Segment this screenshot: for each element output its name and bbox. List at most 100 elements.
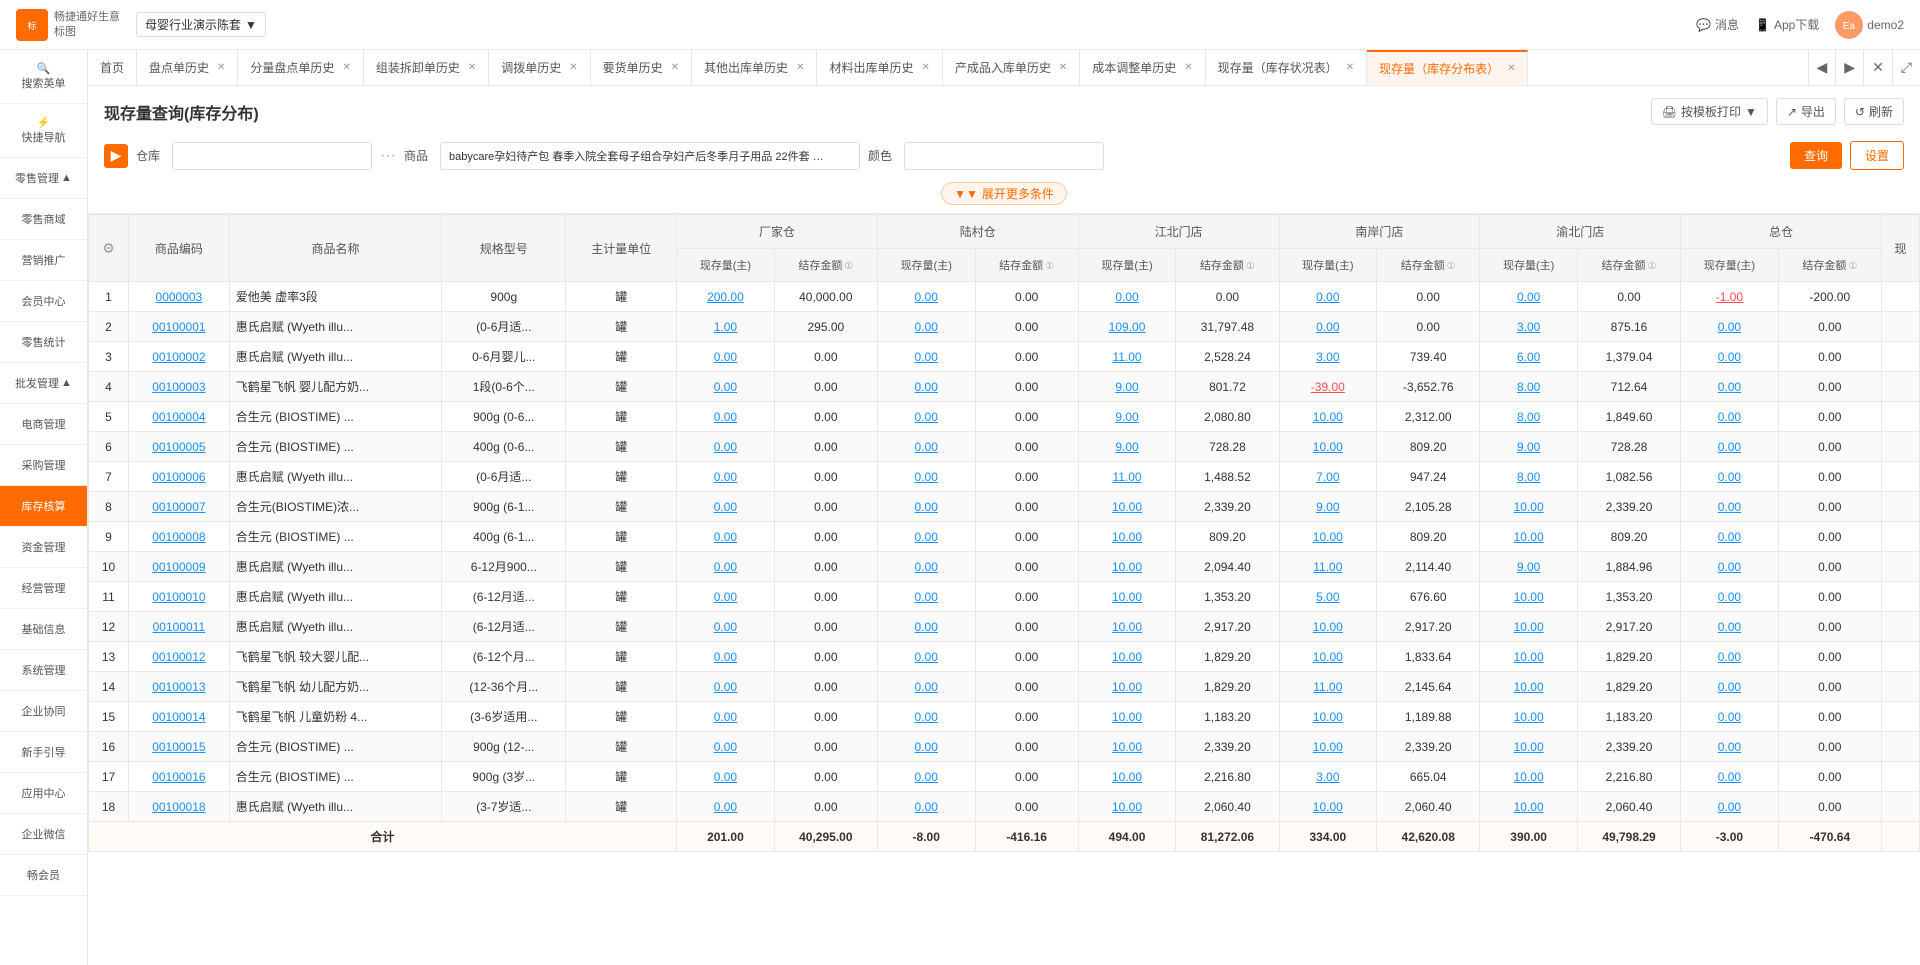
cell-jiangbei-qty: 10.00 — [1078, 792, 1176, 822]
warehouse-input[interactable] — [172, 142, 372, 170]
tab-other-outbound[interactable]: 其他出库单历史 ✕ — [692, 50, 817, 86]
topbar-left: 标 畅捷通好生意 标图 母婴行业演示陈套 ▼ — [16, 9, 266, 41]
info-icon-6[interactable]: ① — [1848, 261, 1857, 272]
sidebar-item-members-club[interactable]: 畅会员 — [0, 855, 87, 896]
code-link[interactable]: 00100013 — [152, 680, 205, 694]
industry-selector[interactable]: 母婴行业演示陈套 ▼ — [136, 12, 266, 37]
cell-yubei-qty: 10.00 — [1480, 492, 1578, 522]
sidebar-item-wechat[interactable]: 企业微信 — [0, 814, 87, 855]
code-link[interactable]: 00100009 — [152, 560, 205, 574]
filter-expand-btn[interactable]: ▶ — [104, 144, 128, 168]
cell-extra — [1881, 372, 1919, 402]
code-link[interactable]: 00100018 — [152, 800, 205, 814]
message-btn[interactable]: 💬 消息 — [1696, 16, 1739, 33]
close-icon-3[interactable]: ✕ — [468, 62, 476, 73]
close-icon-5[interactable]: ✕ — [671, 62, 679, 73]
color-input[interactable] — [904, 142, 1104, 170]
refresh-btn[interactable]: ↺ 刷新 — [1844, 98, 1904, 125]
code-link[interactable]: 0000003 — [156, 290, 203, 304]
sidebar-item-marketing[interactable]: 营销推广 — [0, 240, 87, 281]
sidebar-item-retail-stats[interactable]: 零售统计 — [0, 322, 87, 363]
cell-extra — [1881, 462, 1919, 492]
code-link[interactable]: 00100007 — [152, 500, 205, 514]
tab-expand-btn[interactable]: ⤢ — [1892, 50, 1920, 86]
close-icon-8[interactable]: ✕ — [1059, 62, 1067, 73]
close-icon-7[interactable]: ✕ — [921, 62, 929, 73]
code-link[interactable]: 00100004 — [152, 410, 205, 424]
sidebar-item-cooperation[interactable]: 企业协同 — [0, 691, 87, 732]
close-icon-10[interactable]: ✕ — [1346, 62, 1354, 73]
tab-order-history[interactable]: 要货单历史 ✕ — [591, 50, 692, 86]
code-link[interactable]: 00100005 — [152, 440, 205, 454]
table-container[interactable]: ⚙ 商品编码 商品名称 规格型号 主计量单位 厂家仓 陆村仓 江北门店 南岸门店… — [88, 214, 1920, 965]
sidebar-item-retail-mgmt[interactable]: 零售管理 ▲ — [0, 158, 87, 199]
sidebar-item-basic-info[interactable]: 基础信息 — [0, 609, 87, 650]
tab-stock-status[interactable]: 现存量（库存状况表） ✕ — [1206, 50, 1367, 86]
sidebar-item-shortcuts[interactable]: ⚡ 快捷导航 — [0, 104, 87, 158]
sidebar-item-finance[interactable]: 资金管理 — [0, 527, 87, 568]
table-row: 9 00100008 合生元 (BIOSTIME) ... 400g (6-1.… — [89, 522, 1920, 552]
warehouse-dots[interactable]: ··· — [380, 147, 396, 165]
sidebar-item-ecommerce[interactable]: 电商管理 — [0, 404, 87, 445]
gear-icon[interactable]: ⚙ — [102, 240, 115, 256]
close-icon-9[interactable]: ✕ — [1184, 62, 1192, 73]
info-icon-3[interactable]: ① — [1246, 261, 1255, 272]
code-link[interactable]: 00100011 — [153, 620, 206, 634]
sidebar-item-inventory[interactable]: 库存核算 — [0, 486, 87, 527]
th-unit: 主计量单位 — [566, 215, 677, 282]
code-link[interactable]: 00100002 — [152, 350, 205, 364]
close-icon-6[interactable]: ✕ — [796, 62, 804, 73]
info-icon-1[interactable]: ① — [844, 261, 853, 272]
code-link[interactable]: 00100001 — [152, 320, 205, 334]
tab-branch-stocktake[interactable]: 分量盘点单历史 ✕ — [238, 50, 363, 86]
export-btn[interactable]: ↗ 导出 — [1776, 98, 1836, 125]
code-link[interactable]: 00100008 — [152, 530, 205, 544]
app-download-btn[interactable]: 📱 App下载 — [1755, 16, 1819, 33]
tab-stock-distribution[interactable]: 现存量（库存分布表） ✕ — [1367, 50, 1528, 86]
code-link[interactable]: 00100003 — [152, 380, 205, 394]
code-link[interactable]: 00100010 — [152, 590, 205, 604]
sidebar-item-search[interactable]: 🔍 搜索英单 — [0, 50, 87, 104]
tab-close-btn[interactable]: ✕ — [1863, 50, 1892, 86]
cell-extra — [1881, 702, 1919, 732]
user-avatar-btn[interactable]: Ea demo2 — [1835, 11, 1904, 39]
close-icon-4[interactable]: ✕ — [569, 62, 577, 73]
close-icon[interactable]: ✕ — [217, 62, 225, 73]
search-btn[interactable]: 查询 — [1790, 142, 1842, 169]
sidebar-item-wholesale[interactable]: 批发管理 ▲ — [0, 363, 87, 404]
expand-more-btn[interactable]: ▼▼ 展开更多条件 — [941, 182, 1067, 205]
tab-home[interactable]: 首页 — [88, 50, 137, 86]
sidebar-item-member[interactable]: 会员中心 — [0, 281, 87, 322]
sidebar-item-operations[interactable]: 经营管理 — [0, 568, 87, 609]
sidebar-item-system[interactable]: 系统管理 — [0, 650, 87, 691]
cell-code: 00100007 — [129, 492, 230, 522]
close-icon-11[interactable]: ✕ — [1507, 63, 1515, 74]
tab-material-outbound[interactable]: 材料出库单历史 ✕ — [817, 50, 942, 86]
setting-btn[interactable]: 设置 — [1850, 141, 1904, 170]
code-link[interactable]: 00100012 — [152, 650, 205, 664]
info-icon-4[interactable]: ① — [1447, 261, 1456, 272]
tab-stocktake-history[interactable]: 盘点单历史 ✕ — [137, 50, 238, 86]
sidebar-item-newbie[interactable]: 新手引导 — [0, 732, 87, 773]
sidebar-item-purchase[interactable]: 采购管理 — [0, 445, 87, 486]
code-link[interactable]: 00100014 — [152, 710, 205, 724]
code-link[interactable]: 00100015 — [152, 740, 205, 754]
code-link[interactable]: 00100006 — [152, 470, 205, 484]
info-icon-5[interactable]: ① — [1648, 261, 1657, 272]
sidebar-item-apps[interactable]: 应用中心 — [0, 773, 87, 814]
tab-prev-btn[interactable]: ◀ — [1808, 50, 1836, 86]
cell-no: 18 — [89, 792, 129, 822]
tab-transfer-history[interactable]: 调拨单历史 ✕ — [489, 50, 590, 86]
tab-next-btn[interactable]: ▶ — [1835, 50, 1863, 86]
code-link[interactable]: 00100016 — [152, 770, 205, 784]
close-icon-2[interactable]: ✕ — [342, 62, 350, 73]
cell-changjiacao-qty: 200.00 — [677, 282, 775, 312]
info-icon-2[interactable]: ① — [1045, 261, 1054, 272]
tab-cost-adjust[interactable]: 成本调整单历史 ✕ — [1080, 50, 1205, 86]
sidebar-item-retail-shop[interactable]: 零售商域 — [0, 199, 87, 240]
th-jiangbei-amt: 结存金额① — [1176, 249, 1279, 282]
print-btn[interactable]: 🖨 按模板打印 ▼ — [1651, 98, 1768, 125]
tab-finished-inbound[interactable]: 产成品入库单历史 ✕ — [943, 50, 1080, 86]
tab-assembly-history[interactable]: 组装拆卸单历史 ✕ — [364, 50, 489, 86]
product-input[interactable] — [440, 142, 860, 170]
